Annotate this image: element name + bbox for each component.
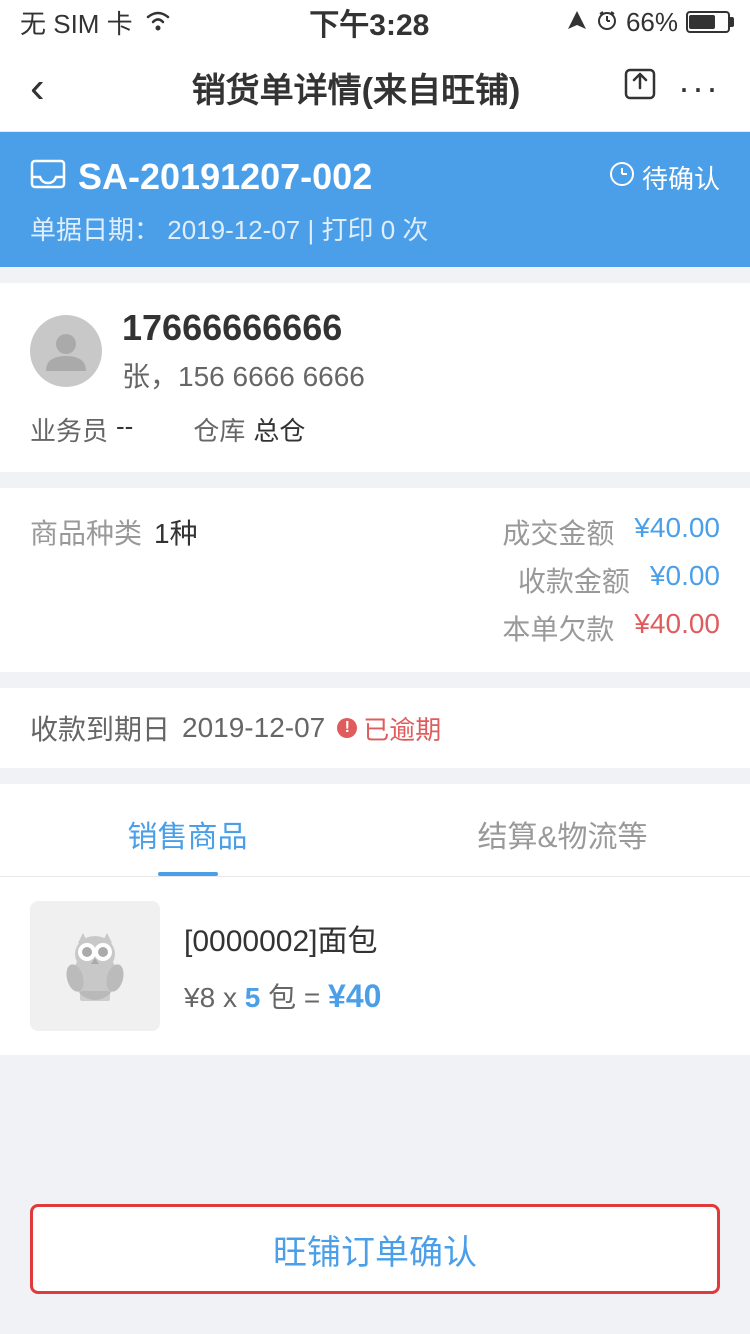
bottom-bar: 旺铺订单确认 bbox=[0, 1184, 750, 1334]
balance-value: ¥40.00 bbox=[634, 608, 720, 648]
more-icon[interactable]: ··· bbox=[678, 67, 720, 109]
product-price-row: ¥8 x 5 包 = ¥40 bbox=[184, 976, 720, 1016]
nav-actions: ··· bbox=[622, 66, 720, 109]
product-info: [0000002]面包 ¥8 x 5 包 = ¥40 bbox=[184, 916, 720, 1016]
product-type-label: 商品种类 bbox=[30, 512, 142, 552]
deal-amount-label: 成交金额 bbox=[502, 512, 614, 552]
status-bar: 无 SIM 卡 下午3:28 66% bbox=[0, 0, 750, 44]
deal-amount-value: ¥40.00 bbox=[634, 512, 720, 552]
product-quantity: 5 bbox=[245, 982, 261, 1013]
due-date: 2019-12-07 bbox=[182, 712, 325, 744]
due-label: 收款到期日 bbox=[30, 708, 170, 748]
order-status: 待确认 bbox=[608, 159, 720, 196]
carrier-text: 无 SIM 卡 bbox=[20, 4, 133, 41]
inbox-icon bbox=[30, 156, 66, 198]
share-icon[interactable] bbox=[622, 66, 658, 109]
clock-icon bbox=[608, 160, 636, 195]
page-title: 销货单详情(来自旺铺) bbox=[90, 63, 622, 112]
status-bar-left: 无 SIM 卡 bbox=[20, 4, 173, 41]
product-total: ¥40 bbox=[328, 978, 381, 1014]
product-type-value: 1种 bbox=[154, 512, 198, 552]
tab-settlement-logistics[interactable]: 结算&物流等 bbox=[375, 784, 750, 876]
overdue-badge: ! 已逾期 bbox=[337, 710, 441, 747]
back-button[interactable]: ‹ bbox=[30, 63, 90, 113]
header-card-date: 单据日期： 2019-12-07 | 打印 0 次 bbox=[30, 210, 720, 247]
battery-icon bbox=[686, 11, 730, 33]
tab-sales-products[interactable]: 销售商品 bbox=[0, 784, 375, 876]
product-card: [0000002]面包 ¥8 x 5 包 = ¥40 bbox=[0, 877, 750, 1055]
product-price: ¥8 bbox=[184, 982, 215, 1013]
order-id: SA-20191207-002 bbox=[30, 156, 372, 198]
salesman-label: 业务员 bbox=[30, 411, 108, 448]
balance-label: 本单欠款 bbox=[502, 608, 614, 648]
customer-meta: 业务员 -- 仓库 总仓 bbox=[30, 411, 720, 448]
overdue-text: 已逾期 bbox=[363, 710, 441, 747]
product-unit: 包 bbox=[268, 982, 296, 1013]
due-date-card: 收款到期日 2019-12-07 ! 已逾期 bbox=[0, 688, 750, 768]
summary-card: 商品种类 1种 成交金额 ¥40.00 收款金额 ¥0.00 本单欠款 ¥40.… bbox=[0, 488, 750, 672]
header-card: SA-20191207-002 待确认 单据日期： 2019-12-07 | 打… bbox=[0, 132, 750, 267]
avatar bbox=[30, 315, 102, 387]
battery-percent: 66% bbox=[626, 7, 678, 38]
time-display: 下午3:28 bbox=[309, 0, 429, 44]
product-name: [0000002]面包 bbox=[184, 916, 720, 960]
customer-phone: 17666666666 bbox=[122, 307, 365, 349]
product-thumbnail bbox=[30, 901, 160, 1031]
location-icon bbox=[566, 7, 588, 38]
salesman-value: -- bbox=[116, 411, 133, 448]
wifi-icon bbox=[143, 7, 173, 38]
receipt-value: ¥0.00 bbox=[650, 560, 720, 600]
receipt-label: 收款金额 bbox=[518, 560, 630, 600]
warehouse-label: 仓库 bbox=[193, 411, 245, 448]
confirm-order-button[interactable]: 旺铺订单确认 bbox=[30, 1204, 720, 1294]
overdue-dot-icon: ! bbox=[337, 718, 357, 738]
customer-name: 张，156 6666 6666 bbox=[122, 355, 365, 395]
warehouse-value: 总仓 bbox=[253, 411, 305, 448]
alarm-icon bbox=[596, 7, 618, 38]
nav-bar: ‹ 销货单详情(来自旺铺) ··· bbox=[0, 44, 750, 132]
tabs-container: 销售商品 结算&物流等 bbox=[0, 784, 750, 1055]
status-bar-right: 66% bbox=[566, 7, 730, 38]
customer-card: 17666666666 张，156 6666 6666 业务员 -- 仓库 总仓 bbox=[0, 283, 750, 472]
